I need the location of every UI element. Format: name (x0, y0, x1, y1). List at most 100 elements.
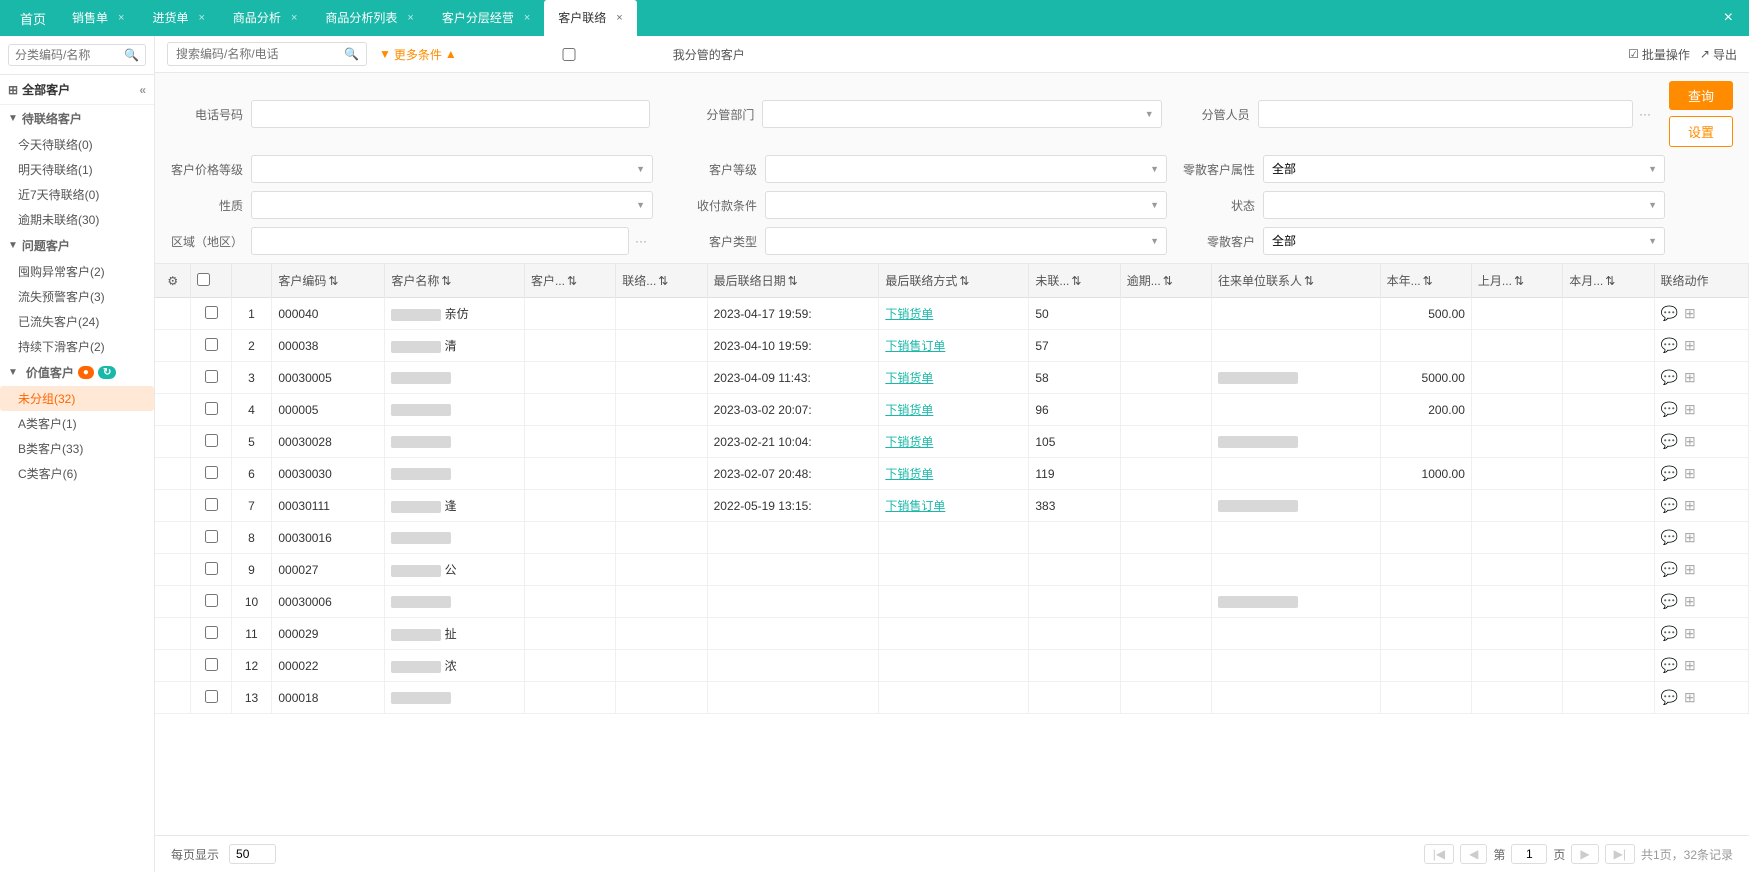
row-last-contact-way[interactable]: 下销售订单 (879, 330, 1029, 362)
row-checkbox[interactable] (205, 338, 218, 351)
action-message-icon[interactable]: 💬 (1661, 401, 1678, 418)
col-this-month[interactable]: 本月...⇅ (1563, 264, 1654, 298)
sidebar-item-7day-pending[interactable]: 近7天待联络(0) (0, 182, 154, 207)
tab-analysis-close[interactable]: × (291, 0, 297, 36)
sidebar-item-tomorrow-pending[interactable]: 明天待联络(1) (0, 157, 154, 182)
person-input[interactable] (1258, 100, 1633, 128)
row-last-contact-way[interactable]: 下销货单 (879, 298, 1029, 330)
action-message-icon[interactable]: 💬 (1661, 657, 1678, 674)
row-checkbox[interactable] (205, 562, 218, 575)
last-page-btn[interactable]: ▶| (1605, 844, 1635, 864)
window-close-button[interactable]: × (1716, 9, 1741, 27)
reset-button[interactable]: 设置 (1669, 116, 1733, 147)
nav-home[interactable]: 首页 (8, 9, 58, 28)
collapse-icon[interactable]: « (139, 83, 146, 97)
col-settings[interactable]: ⚙ (155, 264, 191, 298)
row-last-contact-way[interactable]: 下销货单 (879, 458, 1029, 490)
first-page-btn[interactable]: |◀ (1424, 844, 1454, 864)
prev-page-btn[interactable]: ◀ (1460, 844, 1487, 864)
action-message-icon[interactable]: 💬 (1661, 305, 1678, 322)
tab-analysis-list[interactable]: 商品分析列表 × (311, 0, 427, 36)
action-grid-icon[interactable]: ⊞ (1684, 305, 1696, 322)
row-checkbox[interactable] (205, 530, 218, 543)
sidebar-all-customers[interactable]: ⊞ 全部客户 « (0, 75, 154, 105)
sidebar-search-icon[interactable]: 🔍 (124, 48, 139, 62)
row-last-contact-way[interactable]: 下销售订单 (879, 490, 1029, 522)
area-input[interactable] (251, 227, 629, 255)
action-grid-icon[interactable]: ⊞ (1684, 657, 1696, 674)
row-checkbox[interactable] (205, 658, 218, 671)
tab-customer-segment[interactable]: 客户分层经营 × (428, 0, 544, 36)
action-message-icon[interactable]: 💬 (1661, 369, 1678, 386)
row-last-contact-way[interactable] (879, 586, 1029, 618)
status-select[interactable] (1263, 191, 1665, 219)
next-page-btn[interactable]: ▶ (1571, 844, 1598, 864)
row-checkbox[interactable] (205, 370, 218, 383)
per-page-select[interactable]: 50 100 (229, 844, 276, 864)
score-refresh-icon[interactable]: ↻ (98, 366, 116, 379)
row-last-contact-way[interactable] (879, 554, 1029, 586)
sidebar-group-pending[interactable]: ▼ 待联络客户 (0, 105, 154, 132)
col-overdue[interactable]: 逾期...⇅ (1120, 264, 1211, 298)
sidebar-item-ungroup[interactable]: 未分组(32) (0, 386, 154, 411)
tab-customer-contact[interactable]: 客户联络 × (544, 0, 636, 36)
action-grid-icon[interactable]: ⊞ (1684, 625, 1696, 642)
sidebar-item-declining[interactable]: 持续下滑客户(2) (0, 334, 154, 359)
action-message-icon[interactable]: 💬 (1661, 625, 1678, 642)
col-last-contact-date[interactable]: 最后联络日期⇅ (707, 264, 879, 298)
tab-sales[interactable]: 销售单 × (58, 0, 138, 36)
sidebar-item-churned[interactable]: 已流失客户(24) (0, 309, 154, 334)
col-unit-contact[interactable]: 往来单位联系人⇅ (1212, 264, 1381, 298)
row-last-contact-way[interactable]: 下销货单 (879, 426, 1029, 458)
col-last-month[interactable]: 上月...⇅ (1471, 264, 1562, 298)
col-contact[interactable]: 联络...⇅ (616, 264, 707, 298)
filter-my-checkbox[interactable] (469, 48, 669, 61)
person-more-btn[interactable]: ··· (1633, 107, 1657, 121)
filter-search-icon[interactable]: 🔍 (344, 47, 359, 61)
row-checkbox[interactable] (205, 402, 218, 415)
row-last-contact-way[interactable] (879, 618, 1029, 650)
action-message-icon[interactable]: 💬 (1661, 529, 1678, 546)
retail-customer-select[interactable]: 全部 (1263, 227, 1665, 255)
col-type[interactable]: 客户...⇅ (524, 264, 615, 298)
batch-op-btn[interactable]: ☑ 批量操作 (1628, 46, 1690, 63)
row-checkbox[interactable] (205, 626, 218, 639)
sidebar-item-a-class[interactable]: A类客户(1) (0, 411, 154, 436)
filter-my-customers[interactable]: 我分管的客户 (469, 46, 745, 63)
action-message-icon[interactable]: 💬 (1661, 433, 1678, 450)
action-grid-icon[interactable]: ⊞ (1684, 561, 1696, 578)
action-message-icon[interactable]: 💬 (1661, 337, 1678, 354)
sidebar-group-problem[interactable]: ▼ 问题客户 (0, 232, 154, 259)
row-checkbox[interactable] (205, 594, 218, 607)
tab-analysis[interactable]: 商品分析 × (219, 0, 311, 36)
action-grid-icon[interactable]: ⊞ (1684, 337, 1696, 354)
sidebar-item-b-class[interactable]: B类客户(33) (0, 436, 154, 461)
tab-analysis-list-close[interactable]: × (407, 0, 413, 36)
row-last-contact-way[interactable] (879, 522, 1029, 554)
customer-type-select[interactable] (765, 227, 1167, 255)
sidebar-item-abnormal[interactable]: 囤购异常客户(2) (0, 259, 154, 284)
sidebar-item-churn-warning[interactable]: 流失预警客户(3) (0, 284, 154, 309)
dept-select[interactable] (762, 100, 1161, 128)
action-grid-icon[interactable]: ⊞ (1684, 689, 1696, 706)
tab-purchase[interactable]: 进货单 × (138, 0, 218, 36)
row-last-contact-way[interactable]: 下销货单 (879, 362, 1029, 394)
row-checkbox[interactable] (205, 466, 218, 479)
area-more-btn[interactable]: ··· (629, 234, 653, 248)
action-grid-icon[interactable]: ⊞ (1684, 401, 1696, 418)
sidebar-item-today-pending[interactable]: 今天待联络(0) (0, 132, 154, 157)
query-button[interactable]: 查询 (1669, 81, 1733, 110)
action-message-icon[interactable]: 💬 (1661, 561, 1678, 578)
col-name[interactable]: 客户名称⇅ (385, 264, 525, 298)
action-grid-icon[interactable]: ⊞ (1684, 529, 1696, 546)
sidebar-group-score[interactable]: ▼ 价值客户 ● ↻ (0, 359, 154, 386)
action-grid-icon[interactable]: ⊞ (1684, 433, 1696, 450)
action-message-icon[interactable]: 💬 (1661, 497, 1678, 514)
payment-select[interactable] (765, 191, 1167, 219)
filter-search-input[interactable] (167, 42, 367, 66)
action-grid-icon[interactable]: ⊞ (1684, 369, 1696, 386)
row-checkbox[interactable] (205, 434, 218, 447)
action-grid-icon[interactable]: ⊞ (1684, 465, 1696, 482)
row-last-contact-way[interactable]: 下销货单 (879, 394, 1029, 426)
row-checkbox[interactable] (205, 690, 218, 703)
